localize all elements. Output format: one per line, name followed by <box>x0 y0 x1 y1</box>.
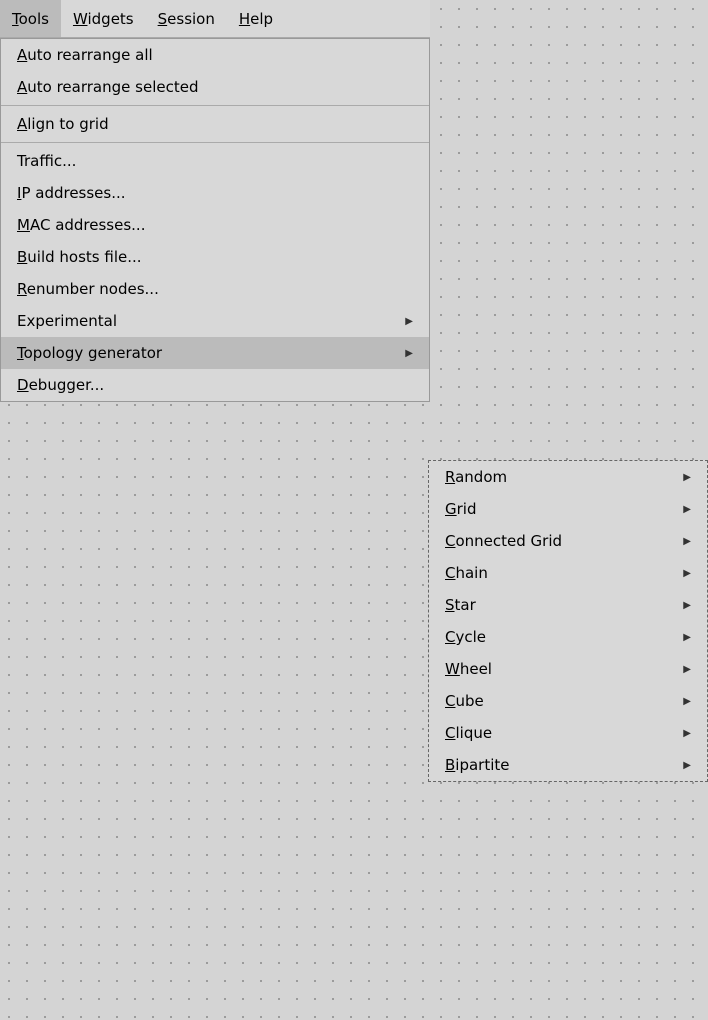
submenu-label-cube: Cube <box>445 692 484 710</box>
menu-label-auto-rearrange-selected: Auto rearrange selected <box>17 78 198 96</box>
menu-label-traffic: Traffic... <box>17 152 76 170</box>
experimental-submenu-arrow: ▶ <box>405 316 413 327</box>
menu-label-experimental: Experimental <box>17 312 117 330</box>
menu-item-renumber-nodes[interactable]: Renumber nodes... <box>1 273 429 305</box>
menu-item-auto-rearrange-selected[interactable]: Auto rearrange selected <box>1 71 429 103</box>
menu-item-experimental[interactable]: Experimental ▶ <box>1 305 429 337</box>
menubar-item-session[interactable]: Session <box>146 0 227 37</box>
menu-label-auto-rearrange-all: Auto rearrange all <box>17 46 153 64</box>
menu-label-topology-generator: Topology generator <box>17 344 162 362</box>
submenu-label-grid: Grid <box>445 500 476 518</box>
menu-item-traffic[interactable]: Traffic... <box>1 145 429 177</box>
menubar-help-label: Help <box>239 10 273 28</box>
menubar-item-help[interactable]: Help <box>227 0 285 37</box>
submenu-item-star[interactable]: Star ▶ <box>429 589 707 621</box>
submenu-label-wheel: Wheel <box>445 660 492 678</box>
chain-arrow: ▶ <box>683 568 691 579</box>
submenu-label-random: Random <box>445 468 507 486</box>
submenu-item-grid[interactable]: Grid ▶ <box>429 493 707 525</box>
menubar-item-widgets[interactable]: Widgets <box>61 0 146 37</box>
menu-item-auto-rearrange-all[interactable]: Auto rearrange all <box>1 39 429 71</box>
menu-item-debugger[interactable]: Debugger... <box>1 369 429 401</box>
menubar-tools-label: Tools <box>12 10 49 28</box>
menubar-item-tools[interactable]: Tools <box>0 0 61 37</box>
topology-submenu-arrow: ▶ <box>405 348 413 359</box>
submenu-item-cube[interactable]: Cube ▶ <box>429 685 707 717</box>
menu-label-debugger: Debugger... <box>17 376 104 394</box>
submenu-label-cycle: Cycle <box>445 628 486 646</box>
wheel-arrow: ▶ <box>683 664 691 675</box>
random-arrow: ▶ <box>683 472 691 483</box>
menu-label-align-to-grid: Align to grid <box>17 115 109 133</box>
star-arrow: ▶ <box>683 600 691 611</box>
menu-item-ip-addresses[interactable]: IP addresses... <box>1 177 429 209</box>
submenu-item-connected-grid[interactable]: Connected Grid ▶ <box>429 525 707 557</box>
submenu-item-chain[interactable]: Chain ▶ <box>429 557 707 589</box>
grid-arrow: ▶ <box>683 504 691 515</box>
submenu-label-clique: Clique <box>445 724 492 742</box>
submenu-item-bipartite[interactable]: Bipartite ▶ <box>429 749 707 781</box>
tools-dropdown-menu: Auto rearrange all Auto rearrange select… <box>0 38 430 402</box>
menu-label-renumber-nodes: Renumber nodes... <box>17 280 159 298</box>
menubar-session-label: Session <box>158 10 215 28</box>
menu-item-mac-addresses[interactable]: MAC addresses... <box>1 209 429 241</box>
menu-item-align-to-grid[interactable]: Align to grid <box>1 108 429 140</box>
bipartite-arrow: ▶ <box>683 760 691 771</box>
submenu-label-connected-grid: Connected Grid <box>445 532 562 550</box>
submenu-item-random[interactable]: Random ▶ <box>429 461 707 493</box>
clique-arrow: ▶ <box>683 728 691 739</box>
submenu-item-cycle[interactable]: Cycle ▶ <box>429 621 707 653</box>
menu-label-ip-addresses: IP addresses... <box>17 184 126 202</box>
submenu-label-bipartite: Bipartite <box>445 756 510 774</box>
menu-item-topology-generator[interactable]: Topology generator ▶ <box>1 337 429 369</box>
cube-arrow: ▶ <box>683 696 691 707</box>
menubar-widgets-label: Widgets <box>73 10 134 28</box>
separator-2 <box>1 142 429 143</box>
menu-item-build-hosts-file[interactable]: Build hosts file... <box>1 241 429 273</box>
submenu-label-chain: Chain <box>445 564 488 582</box>
submenu-item-wheel[interactable]: Wheel ▶ <box>429 653 707 685</box>
submenu-item-clique[interactable]: Clique ▶ <box>429 717 707 749</box>
topology-submenu: Random ▶ Grid ▶ Connected Grid ▶ Chain ▶… <box>428 460 708 782</box>
menu-label-mac-addresses: MAC addresses... <box>17 216 145 234</box>
menu-label-build-hosts-file: Build hosts file... <box>17 248 142 266</box>
connected-grid-arrow: ▶ <box>683 536 691 547</box>
cycle-arrow: ▶ <box>683 632 691 643</box>
separator-1 <box>1 105 429 106</box>
menubar: Tools Widgets Session Help <box>0 0 430 38</box>
submenu-label-star: Star <box>445 596 476 614</box>
